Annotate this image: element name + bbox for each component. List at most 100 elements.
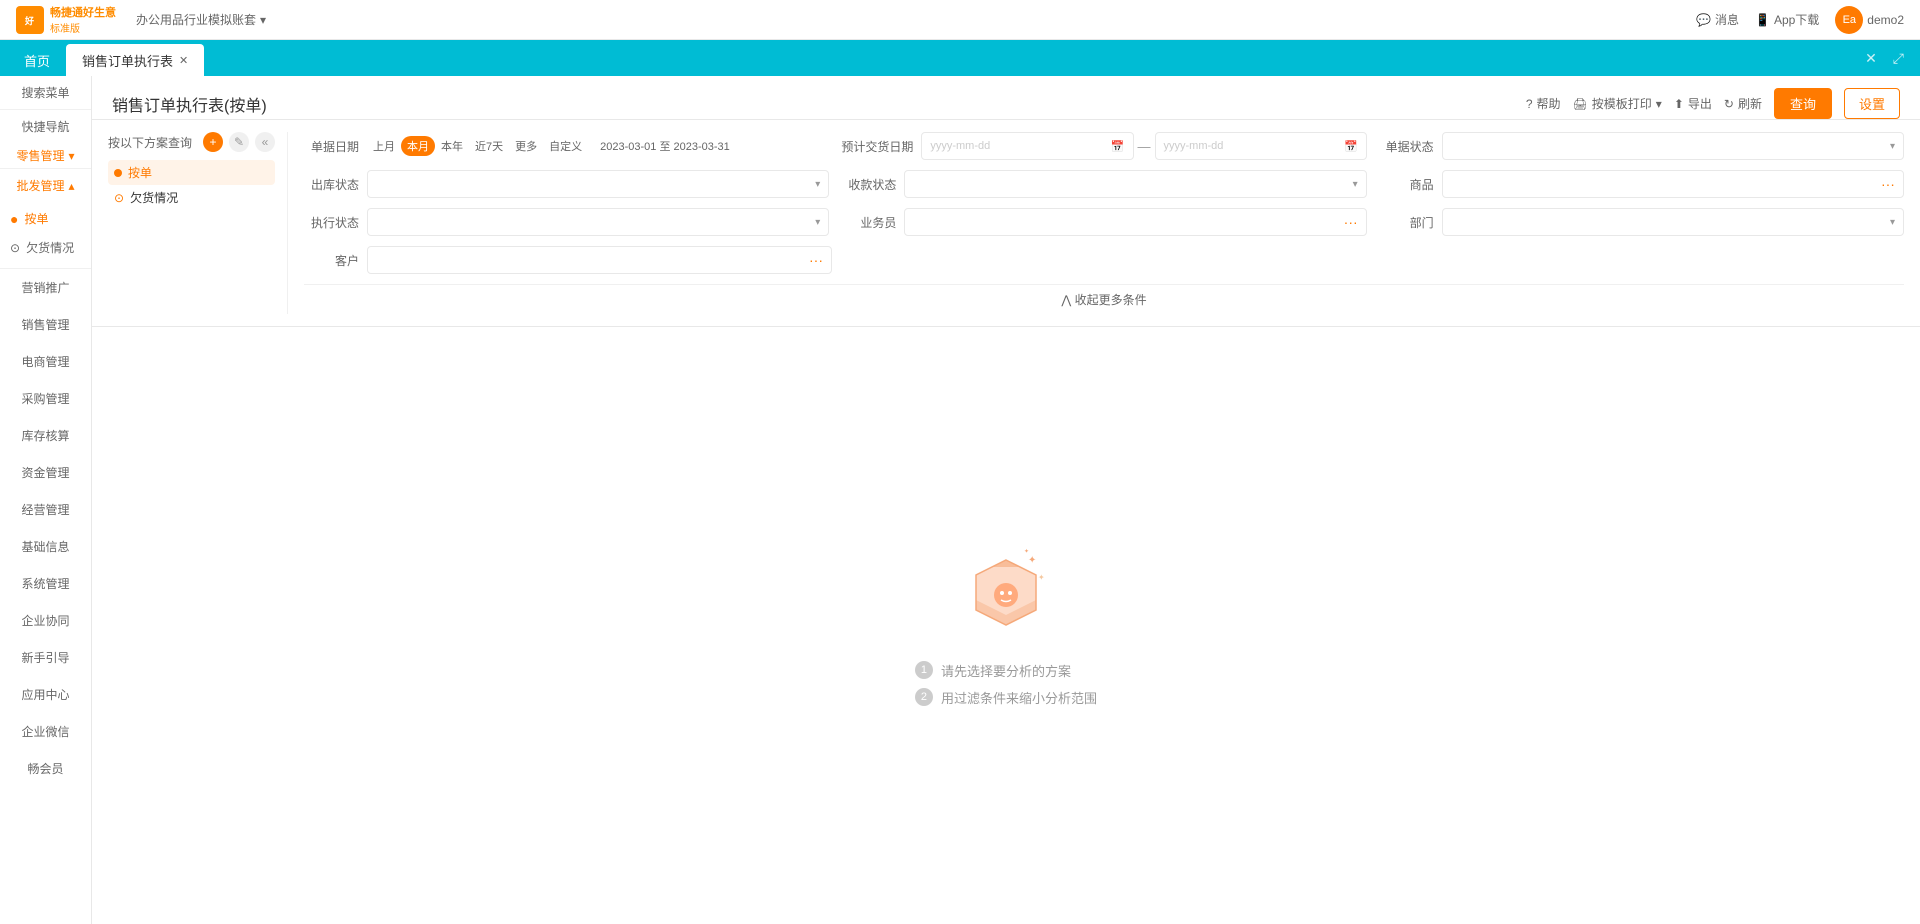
- collapse-scheme-btn[interactable]: «: [255, 132, 275, 152]
- filter-left-title: 按以下方案查询: [108, 134, 192, 151]
- sidebar-item-finance[interactable]: 资金管理: [0, 454, 91, 491]
- tab-home[interactable]: 首页: [8, 44, 66, 76]
- refresh-btn[interactable]: ↻ 刷新: [1724, 95, 1762, 112]
- export-btn[interactable]: ⬆ 导出: [1674, 95, 1712, 112]
- message-action[interactable]: 💬 消息: [1696, 11, 1739, 28]
- customer-select[interactable]: ···: [367, 246, 832, 274]
- sidebar-item-purchase[interactable]: 采购管理: [0, 380, 91, 417]
- sidebar-item-system[interactable]: 系统管理: [0, 565, 91, 602]
- date-tab-custom[interactable]: 自定义: [543, 136, 588, 156]
- date-start-placeholder: yyyy-mm-dd: [930, 140, 990, 152]
- sidebar-item-retail[interactable]: 零售管理 ▾: [0, 139, 91, 168]
- collapse-bar[interactable]: ⋀ 收起更多条件: [304, 284, 1904, 314]
- date-end-input[interactable]: yyyy-mm-dd 📅: [1155, 132, 1367, 160]
- sidebar-item-operation[interactable]: 经营管理: [0, 491, 91, 528]
- scheme-shortage-label: 欠货情况: [130, 189, 178, 206]
- empty-step-1: 1 请先选择要分析的方案: [915, 661, 1097, 680]
- date-tab-thismonth[interactable]: 本月: [401, 136, 435, 156]
- sidebar-sub-order[interactable]: ● 按单: [0, 204, 91, 233]
- calendar-start-icon[interactable]: 📅: [1111, 140, 1125, 153]
- receipt-status-label: 收款状态: [841, 176, 896, 193]
- breadcrumb[interactable]: 办公用品行业模拟账套 ▾: [136, 11, 266, 28]
- chevron-down-icon: ▾: [68, 149, 74, 163]
- page-actions: ? 帮助 🖨 按模板打印 ▾ ⬆ 导出 ↻ 刷新 查询 设置: [1526, 88, 1900, 119]
- goods-dots[interactable]: ···: [1881, 176, 1895, 192]
- sidebar-item-marketing[interactable]: 营销推广: [0, 269, 91, 306]
- tab-sales-order[interactable]: 销售订单执行表 ✕: [66, 44, 204, 76]
- salesman-label: 业务员: [841, 214, 896, 231]
- date-tab-lastmonth[interactable]: 上月: [367, 136, 401, 156]
- sidebar-system-label: 系统管理: [21, 575, 69, 592]
- page-header: 销售订单执行表(按单) ? 帮助 🖨 按模板打印 ▾ ⬆ 导出 ↻ 刷新: [92, 76, 1920, 120]
- sidebar-item-collab[interactable]: 企业协同: [0, 602, 91, 639]
- ship-status-select[interactable]: ▾: [367, 170, 829, 198]
- sidebar-sub-shortage-label: 欠货情况: [26, 239, 74, 256]
- date-start-input[interactable]: yyyy-mm-dd 📅: [921, 132, 1133, 160]
- edit-scheme-btn[interactable]: ✎: [229, 132, 249, 152]
- chevron-up-icon: ▴: [68, 179, 74, 193]
- sidebar-item-appcenter[interactable]: 应用中心: [0, 676, 91, 713]
- tab-bar-controls: ✕ ⤢: [1861, 40, 1912, 76]
- doc-status-label: 单据状态: [1379, 138, 1434, 155]
- filter-area: 按以下方案查询 + ✎ « 按单 ⊙ 欠货情况: [92, 120, 1920, 327]
- export-icon: ⬆: [1674, 97, 1684, 111]
- sidebar-item-member[interactable]: 畅会员: [0, 750, 91, 787]
- sidebar-item-basic[interactable]: 基础信息: [0, 528, 91, 565]
- salesman-dots[interactable]: ···: [1344, 214, 1358, 230]
- dept-select[interactable]: ▾: [1442, 208, 1904, 236]
- date-tab-more[interactable]: 更多: [509, 136, 543, 156]
- empty-illustration: ✦ ✦ ✦: [956, 545, 1056, 645]
- sidebar-item-sales[interactable]: 销售管理: [0, 306, 91, 343]
- tab-expand-btn[interactable]: ⤢: [1889, 46, 1908, 71]
- sidebar-item-ecommerce[interactable]: 电商管理: [0, 343, 91, 380]
- sidebar-item-guide[interactable]: 新手引导: [0, 639, 91, 676]
- header-right: 💬 消息 📱 App下载 Ea demo2: [1696, 6, 1904, 34]
- settings-button[interactable]: 设置: [1844, 88, 1900, 119]
- shortage-icon: ⊙: [10, 241, 20, 255]
- template-print-btn[interactable]: 🖨 按模板打印 ▾: [1573, 95, 1662, 112]
- shortage-dot-icon: ⊙: [114, 191, 124, 205]
- user-action[interactable]: Ea demo2: [1835, 6, 1904, 34]
- help-btn[interactable]: ? 帮助: [1526, 95, 1561, 112]
- sidebar-search[interactable]: 搜索菜单: [0, 76, 91, 110]
- step-2-num: 2: [915, 688, 933, 706]
- tab-close-window-btn[interactable]: ✕: [1861, 46, 1881, 71]
- receipt-status-arrow-icon: ▾: [1353, 179, 1358, 190]
- svg-text:✦: ✦: [1024, 548, 1029, 555]
- tab-close-icon[interactable]: ✕: [179, 54, 188, 67]
- filter-row-2: 出库状态 ▾ 收款状态 ▾: [304, 170, 1904, 198]
- sidebar-item-wechat[interactable]: 企业微信: [0, 713, 91, 750]
- date-tab-thisyear[interactable]: 本年: [435, 136, 469, 156]
- date-tab-7days[interactable]: 近7天: [469, 136, 509, 156]
- goods-select[interactable]: ···: [1442, 170, 1904, 198]
- sidebar-finance-label: 资金管理: [21, 464, 69, 481]
- filter-row-4: 客户 ···: [304, 246, 1904, 274]
- help-icon: ?: [1526, 97, 1533, 111]
- filter-field-exec-status: 执行状态 ▾: [304, 208, 829, 236]
- svg-text:✦: ✦: [1028, 555, 1036, 566]
- doc-status-select[interactable]: ▾: [1442, 132, 1904, 160]
- salesman-select[interactable]: ···: [904, 208, 1366, 236]
- sidebar-section-retail: 零售管理 ▾: [0, 139, 91, 169]
- sidebar-ecommerce-label: 电商管理: [21, 353, 69, 370]
- customer-dots[interactable]: ···: [809, 252, 823, 268]
- receipt-status-select[interactable]: ▾: [904, 170, 1366, 198]
- tab-bar: 首页 销售订单执行表 ✕ ✕ ⤢: [0, 40, 1920, 76]
- calendar-end-icon[interactable]: 📅: [1344, 140, 1358, 153]
- svg-text:好: 好: [24, 15, 34, 26]
- query-button[interactable]: 查询: [1774, 88, 1832, 119]
- avatar: Ea: [1835, 6, 1863, 34]
- app-download-action[interactable]: 📱 App下载: [1755, 11, 1819, 28]
- sidebar-quick-nav[interactable]: 快捷导航: [0, 110, 91, 139]
- scheme-item-shortage[interactable]: ⊙ 欠货情况: [108, 185, 275, 210]
- add-scheme-btn[interactable]: +: [203, 132, 223, 152]
- filter-field-estimated-date: 预计交货日期 yyyy-mm-dd 📅 — yyyy-mm-dd 📅: [841, 132, 1366, 160]
- sidebar-item-inventory[interactable]: 库存核算: [0, 417, 91, 454]
- sidebar-guide-label: 新手引导: [21, 649, 69, 666]
- exec-status-select[interactable]: ▾: [367, 208, 829, 236]
- sidebar-item-wholesale[interactable]: 批发管理 ▴: [0, 169, 91, 198]
- scheme-item-order[interactable]: 按单: [108, 160, 275, 185]
- date-range-inputs: yyyy-mm-dd 📅 — yyyy-mm-dd 📅: [921, 132, 1366, 160]
- breadcrumb-arrow: ▾: [260, 13, 266, 27]
- sidebar-sub-shortage[interactable]: ⊙ 欠货情况: [0, 233, 91, 262]
